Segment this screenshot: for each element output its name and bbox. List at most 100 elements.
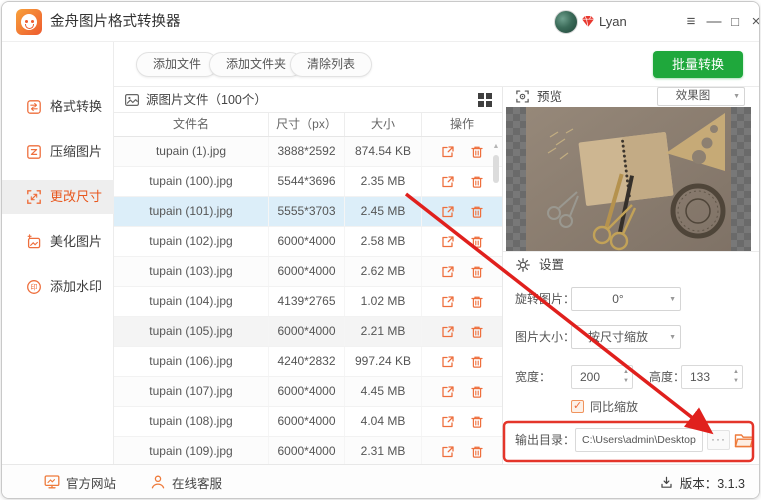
spinner-up-icon[interactable]: ▲ (733, 368, 739, 377)
open-file-icon[interactable] (440, 294, 456, 310)
minimize-icon[interactable]: — (703, 2, 725, 42)
delete-file-icon[interactable] (469, 444, 485, 460)
avatar[interactable] (554, 10, 578, 34)
online-support-link[interactable]: 在线客服 (150, 465, 222, 498)
official-website-link[interactable]: 官方网站 (44, 465, 117, 498)
height-input[interactable]: 133 ▲ ▼ (681, 365, 743, 389)
table-row[interactable]: tupain (102).jpg 6000*4000 2.58 MB (114, 227, 502, 257)
delete-file-icon[interactable] (469, 234, 485, 250)
sidebar-item-format-convert[interactable]: 格式转换 (2, 90, 114, 124)
download-icon[interactable] (659, 475, 674, 490)
sidebar-item-watermark[interactable]: 添加水印 (2, 270, 114, 304)
spinner-down-icon[interactable]: ▼ (733, 377, 739, 386)
resize-icon (26, 189, 42, 205)
grid-view-icon[interactable] (478, 93, 492, 107)
delete-file-icon[interactable] (469, 174, 485, 190)
open-file-icon[interactable] (440, 174, 456, 190)
table-row[interactable]: tupain (109).jpg 6000*4000 2.31 MB (114, 437, 502, 464)
username[interactable]: Lyan (599, 2, 627, 42)
open-file-icon[interactable] (440, 354, 456, 370)
settings-header: 设置 (503, 251, 759, 277)
sidebar-item-label: 更改尺寸 (50, 189, 103, 204)
table-column-headers: 文件名 尺寸（px） 大小 操作 (114, 113, 502, 137)
file-size: 997.24 KB (345, 347, 422, 376)
batch-convert-button[interactable]: 批量转换 (653, 51, 743, 78)
delete-file-icon[interactable] (469, 384, 485, 400)
table-row-selected[interactable]: tupain (101).jpg 5555*3703 2.45 MB (114, 197, 502, 227)
add-file-button[interactable]: 添加文件 (136, 52, 219, 77)
preview-image-area (506, 107, 751, 251)
open-file-icon[interactable] (440, 414, 456, 430)
open-file-icon[interactable] (440, 444, 456, 460)
sidebar-item-label: 添加水印 (50, 279, 103, 294)
file-name: tupain (100).jpg (114, 167, 269, 196)
file-name: tupain (103).jpg (114, 257, 269, 286)
table-row[interactable]: tupain (107).jpg 6000*4000 4.45 MB (114, 377, 502, 407)
menu-icon[interactable]: ≡ (680, 2, 702, 42)
vip-gem-icon (582, 15, 594, 28)
maximize-icon[interactable]: □ (724, 2, 746, 42)
add-folder-button[interactable]: 添加文件夹 (209, 52, 304, 77)
table-row[interactable]: tupain (100).jpg 5544*3696 2.35 MB (114, 167, 502, 197)
rotate-label: 旋转图片： (515, 292, 576, 306)
table-row[interactable]: tupain (104).jpg 4139*2765 1.02 MB (114, 287, 502, 317)
delete-file-icon[interactable] (469, 354, 485, 370)
spinner-up-icon[interactable]: ▲ (623, 368, 629, 377)
proportional-checkbox[interactable]: ✓ (571, 399, 584, 413)
output-dir-value: C:\Users\admin\Desktop (582, 434, 696, 446)
open-file-icon[interactable] (440, 144, 456, 160)
file-name: tupain (109).jpg (114, 437, 269, 464)
chevron-down-icon: ▼ (669, 295, 676, 303)
file-dimensions: 6000*4000 (269, 227, 345, 256)
column-size: 大小 (345, 113, 422, 136)
table-row[interactable]: tupain (108).jpg 6000*4000 4.04 MB (114, 407, 502, 437)
monitor-icon (44, 474, 60, 490)
scroll-up-icon[interactable]: ▲ (492, 143, 500, 151)
delete-file-icon[interactable] (469, 414, 485, 430)
open-file-icon[interactable] (440, 204, 456, 220)
file-size: 2.58 MB (345, 227, 422, 256)
file-size: 2.31 MB (345, 437, 422, 464)
preview-icon (515, 89, 530, 104)
rotate-select[interactable]: 0° ▼ (571, 287, 681, 311)
table-scrollbar[interactable]: ▲ (492, 143, 500, 403)
right-panel: 预览 效果图 ▼ 设置 旋转图片： 0° ▼ 图片大小： 按尺寸缩放 ▼ 宽度：… (502, 87, 759, 464)
close-icon[interactable]: × (745, 2, 759, 42)
width-value: 200 (580, 370, 601, 384)
open-folder-icon[interactable] (734, 430, 754, 450)
output-dir-label: 输出目录： (515, 433, 576, 447)
file-dimensions: 5555*3703 (269, 197, 345, 226)
width-input[interactable]: 200 ▲ ▼ (571, 365, 633, 389)
browse-button[interactable]: ··· (707, 430, 730, 450)
table-row[interactable]: tupain (103).jpg 6000*4000 2.62 MB (114, 257, 502, 287)
preview-mode-select[interactable]: 效果图 ▼ (657, 87, 745, 106)
spinner-down-icon[interactable]: ▼ (623, 377, 629, 386)
delete-file-icon[interactable] (469, 144, 485, 160)
file-size: 4.04 MB (345, 407, 422, 436)
website-label: 官方网站 (66, 476, 117, 491)
file-dimensions: 3888*2592 (269, 137, 345, 166)
open-file-icon[interactable] (440, 234, 456, 250)
delete-file-icon[interactable] (469, 294, 485, 310)
sidebar-item-resize[interactable]: 更改尺寸 (2, 180, 114, 214)
resize-mode-select[interactable]: 按尺寸缩放 ▼ (571, 325, 681, 349)
table-row[interactable]: tupain (105).jpg 6000*4000 2.21 MB (114, 317, 502, 347)
delete-file-icon[interactable] (469, 264, 485, 280)
sidebar-item-compress[interactable]: 压缩图片 (2, 135, 114, 169)
open-file-icon[interactable] (440, 324, 456, 340)
height-label: 高度： (649, 370, 686, 384)
open-file-icon[interactable] (440, 264, 456, 280)
clear-list-button[interactable]: 清除列表 (290, 52, 373, 77)
statusbar: 官方网站 在线客服 版本：3.1.3 (2, 464, 759, 498)
delete-file-icon[interactable] (469, 324, 485, 340)
app-logo-icon (16, 9, 42, 35)
table-row[interactable]: tupain (1).jpg 3888*2592 874.54 KB (114, 137, 502, 167)
scrollbar-thumb[interactable] (493, 155, 499, 183)
output-dir-input[interactable]: C:\Users\admin\Desktop (575, 428, 703, 452)
delete-file-icon[interactable] (469, 204, 485, 220)
file-name: tupain (102).jpg (114, 227, 269, 256)
file-name: tupain (108).jpg (114, 407, 269, 436)
open-file-icon[interactable] (440, 384, 456, 400)
table-row[interactable]: tupain (106).jpg 4240*2832 997.24 KB (114, 347, 502, 377)
sidebar-item-beautify[interactable]: 美化图片 (2, 225, 114, 259)
